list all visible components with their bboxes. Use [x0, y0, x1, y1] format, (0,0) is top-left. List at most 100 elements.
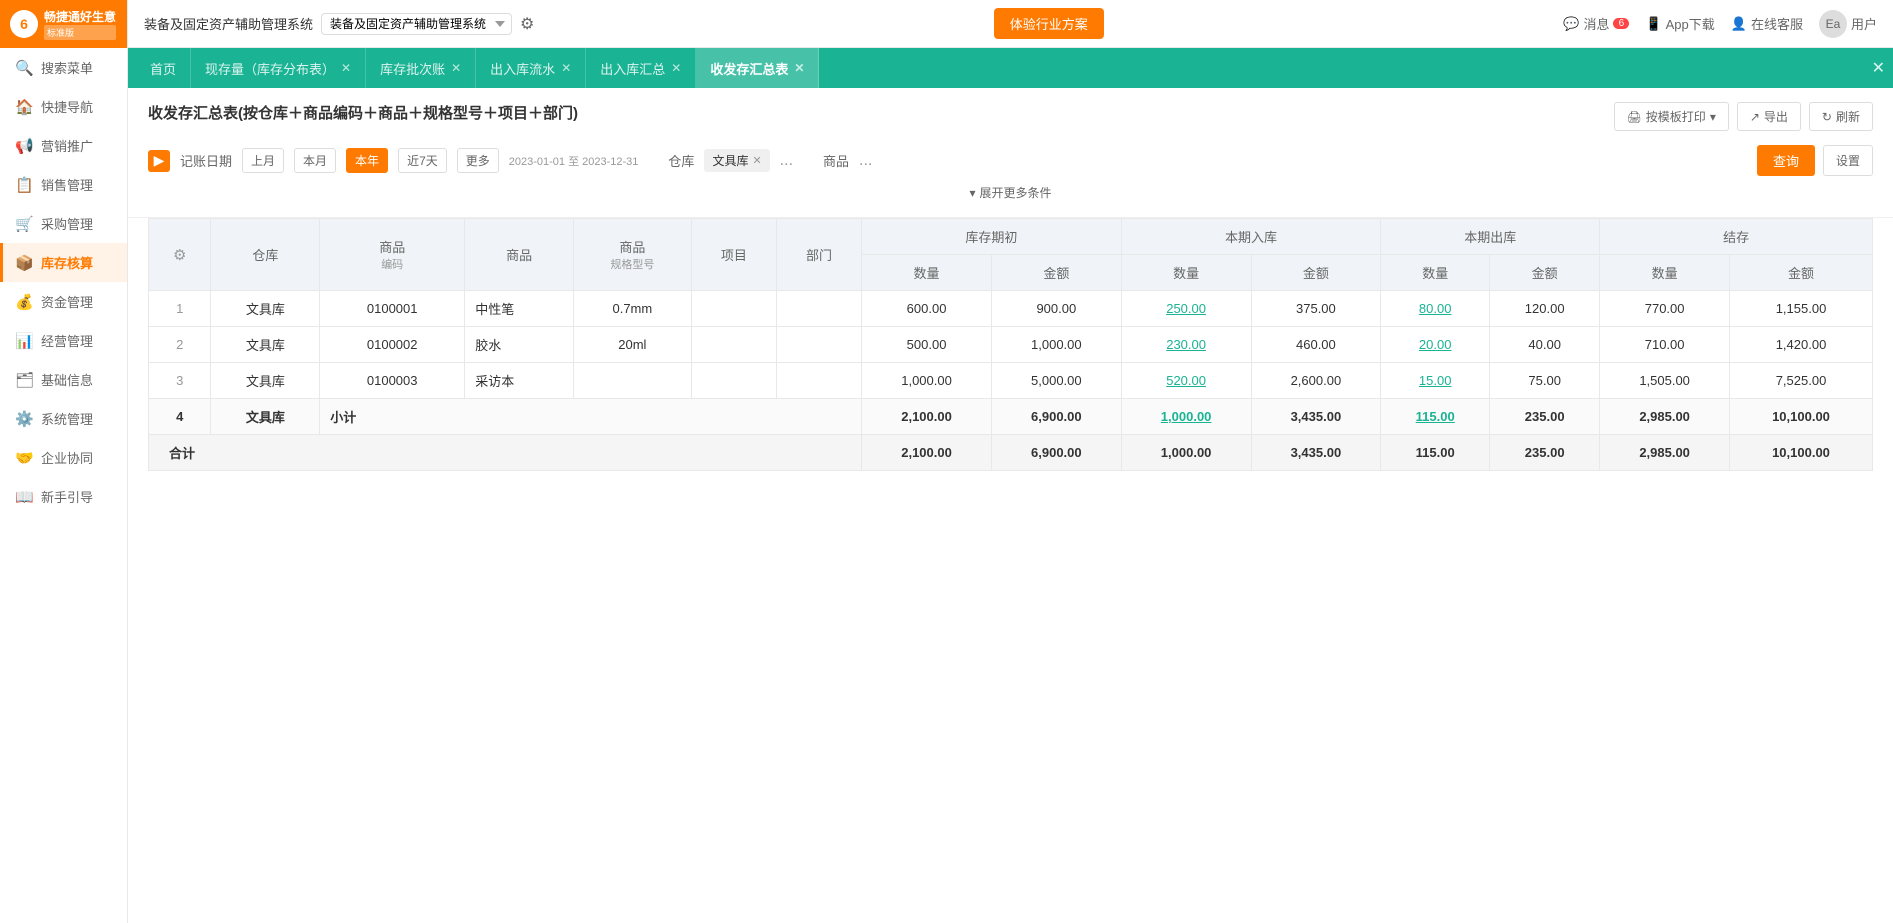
refresh-icon: ↻: [1822, 110, 1832, 124]
sidebar-item-guide[interactable]: 📖 新手引导: [0, 477, 127, 516]
tab-batch[interactable]: 库存批次账 ✕: [366, 48, 476, 88]
table-settings-icon[interactable]: ⚙: [173, 247, 186, 264]
app-download-button[interactable]: 📱 App下载: [1645, 14, 1714, 33]
page-title: 收发存汇总表(按仓库＋商品编码＋商品＋规格型号＋项目＋部门): [148, 102, 578, 123]
tab-home[interactable]: 首页: [136, 48, 191, 88]
row-out-qty[interactable]: 20.00: [1381, 327, 1490, 363]
warehouse-more-icon[interactable]: ...: [780, 152, 793, 170]
tab-stock-dist[interactable]: 现存量（库存分布表） ✕: [191, 48, 366, 88]
tab-batch-close[interactable]: ✕: [451, 61, 461, 75]
user-menu-button[interactable]: Ea 用户: [1819, 10, 1877, 38]
collab-icon: 🤝: [15, 449, 33, 467]
th-out-qty: 数量: [1381, 255, 1490, 291]
th-in-qty: 数量: [1121, 255, 1251, 291]
refresh-button[interactable]: ↻ 刷新: [1809, 102, 1873, 131]
total-closing-amt: 10,100.00: [1730, 435, 1873, 471]
date-filter-label: 记账日期: [180, 151, 232, 170]
logo-text: 畅捷通好生意 标准版: [44, 8, 116, 40]
tab-stock-dist-close[interactable]: ✕: [341, 61, 351, 75]
goods-filter-label: 商品: [823, 151, 849, 170]
filter-toggle-button[interactable]: ▶: [148, 150, 170, 172]
system-select[interactable]: 装备及固定资产辅助管理系统: [321, 13, 512, 35]
row-in-qty[interactable]: 230.00: [1121, 327, 1251, 363]
row-no: 3: [149, 363, 211, 399]
refresh-label: 刷新: [1836, 108, 1860, 125]
sidebar-item-operations[interactable]: 📊 经营管理: [0, 321, 127, 360]
date-more-btn[interactable]: 更多: [457, 148, 499, 173]
main-content: 装备及固定资产辅助管理系统 装备及固定资产辅助管理系统 ⚙ 体验行业方案 💬 消…: [128, 0, 1893, 923]
row-out-qty[interactable]: 80.00: [1381, 291, 1490, 327]
data-table: ⚙ 仓库 商品编码 商品 商品规格型号 项目 部门 库存期初 本期入库 本期出库…: [148, 218, 1873, 471]
total-opening-amt: 6,900.00: [991, 435, 1121, 471]
warehouse-tag-close[interactable]: ✕: [752, 154, 761, 167]
row-project: [691, 363, 776, 399]
row-spec: [573, 363, 691, 399]
th-settings[interactable]: ⚙: [149, 219, 211, 291]
goods-more-icon[interactable]: ...: [859, 152, 872, 170]
th-code: 商品编码: [320, 219, 465, 291]
column-settings-button[interactable]: 设置: [1823, 145, 1873, 176]
chevron-down-icon: ▾: [969, 186, 975, 200]
th-closing-amt: 金额: [1730, 255, 1873, 291]
sidebar-logo: 6 畅捷通好生意 标准版: [0, 0, 127, 48]
query-button[interactable]: 查询: [1757, 145, 1815, 176]
date-this-month-btn[interactable]: 本月: [294, 148, 336, 173]
subtotal-in-qty[interactable]: 1,000.00: [1121, 399, 1251, 435]
marketing-icon: 📢: [15, 137, 33, 155]
sidebar-item-purchase[interactable]: 🛒 采购管理: [0, 204, 127, 243]
row-opening-amt: 900.00: [991, 291, 1121, 327]
row-closing-amt: 1,155.00: [1730, 291, 1873, 327]
sidebar-item-system[interactable]: ⚙️ 系统管理: [0, 399, 127, 438]
row-in-qty[interactable]: 250.00: [1121, 291, 1251, 327]
sidebar-item-search[interactable]: 🔍 搜索菜单: [0, 48, 127, 87]
subtotal-label: 小计: [320, 399, 862, 435]
sidebar-item-label: 新手引导: [41, 487, 93, 506]
th-spec: 商品规格型号: [573, 219, 691, 291]
sidebar-item-label: 销售管理: [41, 175, 93, 194]
export-button[interactable]: ↗ 导出: [1737, 102, 1801, 131]
gear-icon[interactable]: ⚙: [520, 14, 534, 34]
sidebar-item-finance[interactable]: 💰 资金管理: [0, 282, 127, 321]
print-button[interactable]: 🖨 按模板打印 ▾: [1614, 102, 1729, 131]
date-last-month-btn[interactable]: 上月: [242, 148, 284, 173]
tab-inout-flow-close[interactable]: ✕: [561, 61, 571, 75]
tab-inout-summary[interactable]: 出入库汇总 ✕: [586, 48, 696, 88]
subtotal-out-qty[interactable]: 115.00: [1381, 399, 1490, 435]
tab-recv-send-close[interactable]: ✕: [794, 61, 804, 75]
row-in-qty[interactable]: 520.00: [1121, 363, 1251, 399]
sidebar-item-sales[interactable]: 📋 销售管理: [0, 165, 127, 204]
try-industry-button[interactable]: 体验行业方案: [994, 8, 1104, 39]
tab-inout-summary-close[interactable]: ✕: [671, 61, 681, 75]
print-label: 按模板打印: [1646, 108, 1706, 125]
subtotal-closing-qty: 2,985.00: [1600, 399, 1730, 435]
tab-batch-label: 库存批次账: [380, 59, 445, 78]
row-warehouse: 文具库: [211, 291, 320, 327]
expand-conditions-button[interactable]: ▾ 展开更多条件: [148, 176, 1873, 209]
sidebar-item-inventory[interactable]: 📦 库存核算: [0, 243, 127, 282]
tab-recv-send[interactable]: 收发存汇总表 ✕: [696, 48, 819, 88]
row-no: 1: [149, 291, 211, 327]
sidebar-item-collab[interactable]: 🤝 企业协同: [0, 438, 127, 477]
row-opening-amt: 5,000.00: [991, 363, 1121, 399]
sidebar-item-quick-nav[interactable]: 🏠 快捷导航: [0, 87, 127, 126]
finance-icon: 💰: [15, 293, 33, 311]
sidebar-item-marketing[interactable]: 📢 营销推广: [0, 126, 127, 165]
th-in-group: 本期入库: [1121, 219, 1381, 255]
sidebar-item-label: 快捷导航: [41, 97, 93, 116]
close-all-tabs-button[interactable]: ✕: [1872, 58, 1885, 78]
warehouse-tag: 文具库 ✕: [704, 149, 769, 172]
chevron-down-icon: ▾: [1710, 110, 1716, 124]
date-this-year-btn[interactable]: 本年: [346, 148, 388, 173]
online-service-button[interactable]: 👤 在线客服: [1731, 14, 1803, 33]
date-last-7-days-btn[interactable]: 近7天: [398, 148, 447, 173]
operations-icon: 📊: [15, 332, 33, 350]
row-out-qty[interactable]: 15.00: [1381, 363, 1490, 399]
tab-inout-flow[interactable]: 出入库流水 ✕: [476, 48, 586, 88]
subtotal-in-amt: 3,435.00: [1251, 399, 1381, 435]
messages-button[interactable]: 💬 消息 6: [1563, 14, 1629, 33]
avatar: Ea: [1819, 10, 1847, 38]
row-opening-qty: 500.00: [862, 327, 992, 363]
total-closing-qty: 2,985.00: [1600, 435, 1730, 471]
sidebar-item-basic[interactable]: 🗂 基础信息: [0, 360, 127, 399]
row-name: 采访本: [465, 363, 574, 399]
